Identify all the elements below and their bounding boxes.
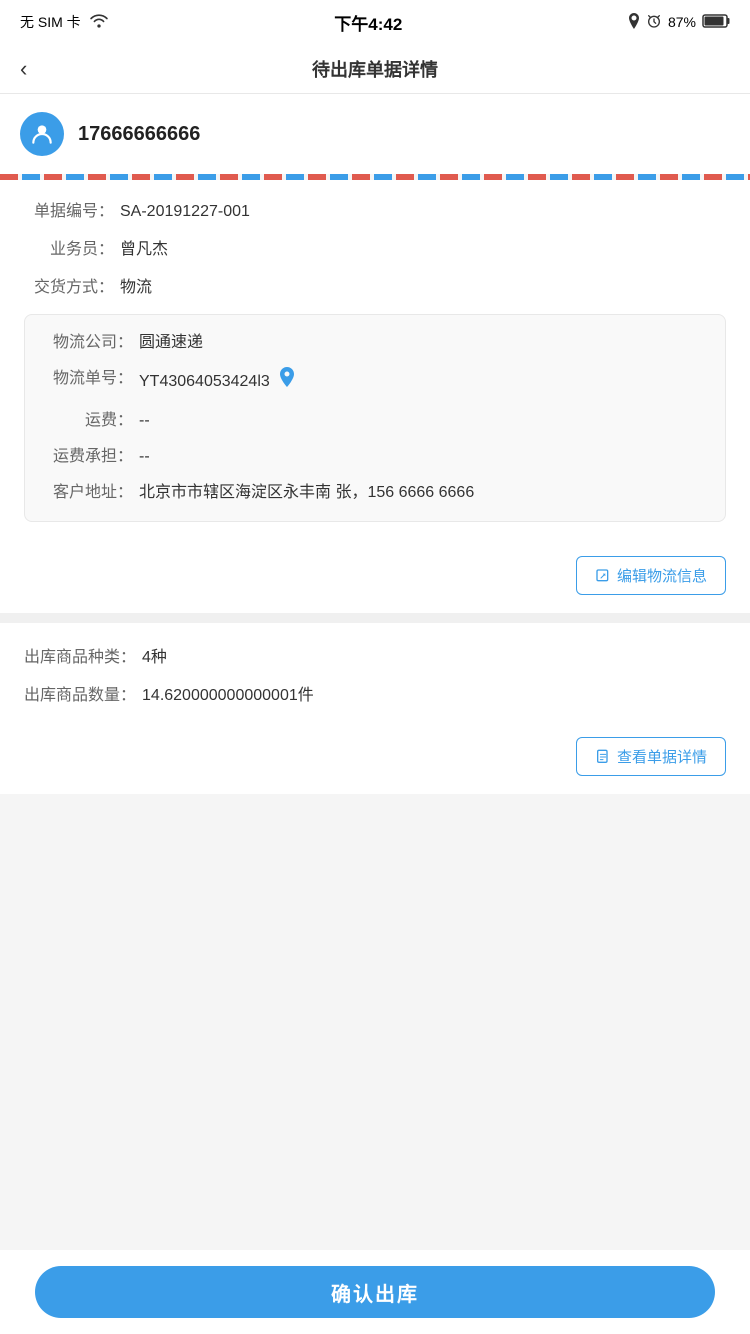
edit-logistics-button[interactable]: 编辑物流信息: [576, 556, 726, 595]
page-title: 待出库单据详情: [312, 56, 438, 82]
status-right: 87%: [628, 13, 730, 32]
freight-bearer-row: 运费承担： --: [43, 445, 707, 469]
person-icon: [29, 121, 55, 147]
goods-types-row: 出库商品种类： 4种: [24, 643, 726, 667]
address-value: 北京市市辖区海淀区永丰南 张，156 6666 6666: [139, 481, 707, 505]
location-status-icon: [628, 13, 640, 32]
order-no-value: SA-20191227-001: [120, 200, 726, 224]
carrier-label: 无 SIM 卡: [20, 12, 81, 32]
document-icon: [595, 749, 611, 765]
freight-bearer-value: --: [139, 445, 707, 469]
battery-label: 87%: [668, 14, 696, 30]
sales-person-label: 业务员：: [24, 238, 114, 262]
tracking-no-row: 物流单号： YT43064053424l3: [43, 367, 707, 397]
address-label: 客户地址：: [43, 481, 133, 505]
freight-label: 运费：: [43, 409, 133, 433]
nav-bar: ‹ 待出库单据详情: [0, 44, 750, 94]
goods-quantity-value: 14.620000000000001件: [142, 681, 314, 705]
goods-types-value: 4种: [142, 643, 167, 667]
battery-icon: [702, 14, 730, 31]
view-details-button[interactable]: 查看单据详情: [576, 737, 726, 776]
goods-quantity-row: 出库商品数量： 14.620000000000001件: [24, 681, 726, 705]
confirm-outbound-button[interactable]: 确认出库: [35, 1266, 715, 1318]
goods-quantity-label: 出库商品数量：: [24, 681, 136, 705]
freight-bearer-label: 运费承担：: [43, 445, 133, 469]
delivery-method-label: 交货方式：: [24, 276, 114, 300]
customer-header: 17666666666: [0, 94, 750, 174]
delivery-method-value: 物流: [120, 276, 726, 300]
tracking-no-label: 物流单号：: [43, 367, 133, 391]
delivery-method-row: 交货方式： 物流: [24, 276, 726, 300]
freight-value: --: [139, 409, 707, 433]
tracking-location-icon[interactable]: [278, 367, 296, 397]
order-no-label: 单据编号：: [24, 200, 114, 224]
customer-phone: 17666666666: [78, 123, 200, 146]
customer-avatar: [20, 112, 64, 156]
edit-icon: [595, 568, 611, 584]
status-time: 下午4:42: [334, 10, 402, 35]
alarm-status-icon: [646, 13, 662, 32]
page-spacer: [0, 794, 750, 1244]
goods-types-label: 出库商品种类：: [24, 643, 136, 667]
order-info-section: 单据编号： SA-20191227-001 业务员： 曾凡杰 交货方式： 物流 …: [0, 180, 750, 542]
section-divider: [0, 613, 750, 623]
status-left: 无 SIM 卡: [20, 12, 109, 32]
sales-person-value: 曾凡杰: [120, 238, 726, 262]
status-bar: 无 SIM 卡 下午4:42 87%: [0, 0, 750, 44]
freight-row: 运费： --: [43, 409, 707, 433]
order-no-row: 单据编号： SA-20191227-001: [24, 200, 726, 224]
logistics-company-value: 圆通速递: [139, 331, 707, 355]
logistics-company-row: 物流公司： 圆通速递: [43, 331, 707, 355]
logistics-company-label: 物流公司：: [43, 331, 133, 355]
logistics-card: 物流公司： 圆通速递 物流单号： YT43064053424l3 运费： -- …: [24, 314, 726, 522]
address-row: 客户地址： 北京市市辖区海淀区永丰南 张，156 6666 6666: [43, 481, 707, 505]
sales-person-row: 业务员： 曾凡杰: [24, 238, 726, 262]
goods-section: 出库商品种类： 4种 出库商品数量： 14.620000000000001件: [0, 623, 750, 725]
tracking-no-value: YT43064053424l3: [139, 367, 707, 397]
confirm-btn-container: 确认出库: [0, 1250, 750, 1334]
view-btn-container: 查看单据详情: [0, 725, 750, 794]
back-button[interactable]: ‹: [20, 56, 60, 82]
edit-btn-container: 编辑物流信息: [0, 542, 750, 613]
wifi-icon: [89, 14, 109, 31]
